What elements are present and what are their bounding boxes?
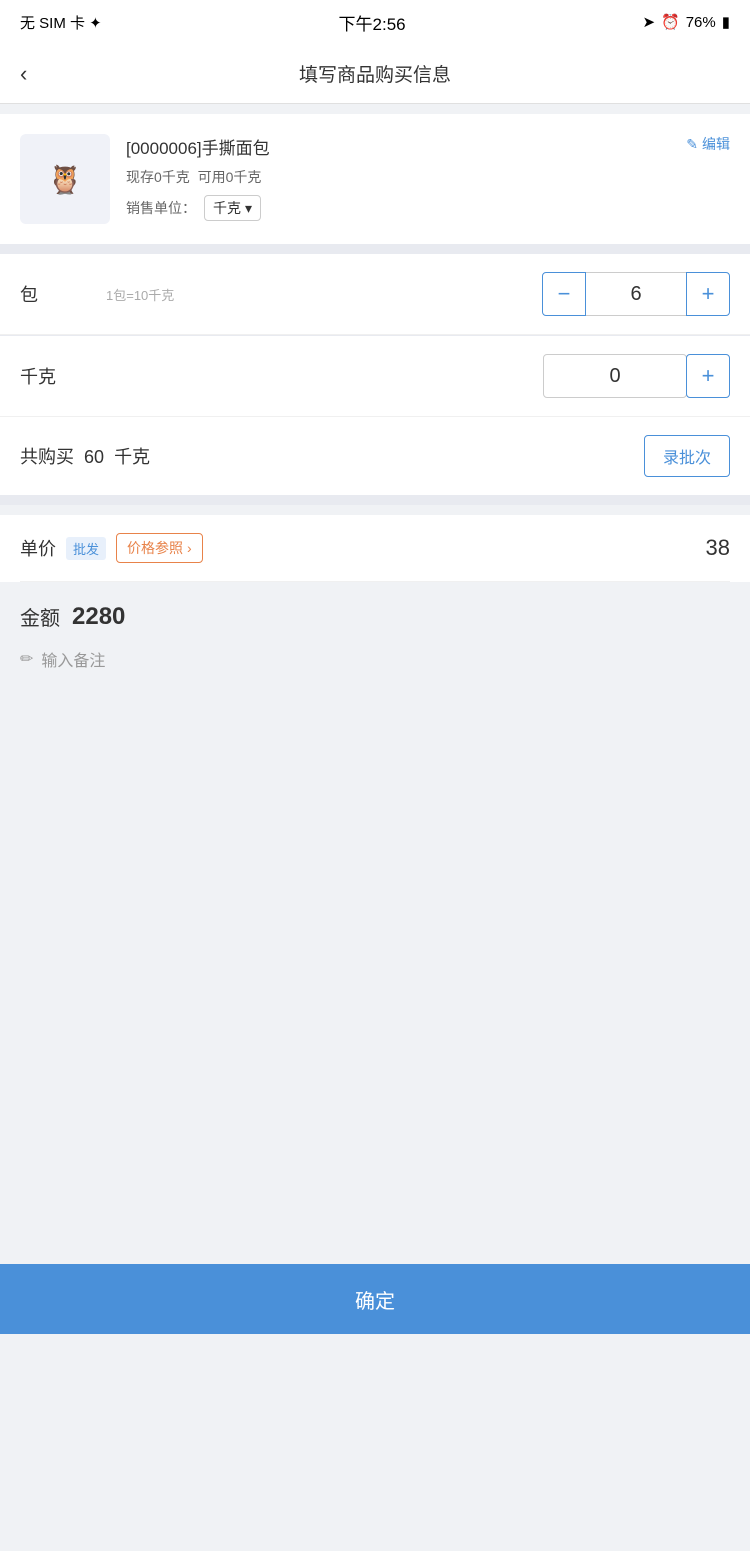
product-info: [0000006]手撕面包 现存0千克 可用0千克 销售单位： 千克 ▾	[126, 134, 730, 221]
product-logo-icon: 🦉	[48, 163, 83, 196]
remark-icon: ✏	[20, 649, 33, 669]
status-no-sim: 无 SIM 卡 ✦	[20, 12, 102, 33]
price-label: 单价	[20, 535, 56, 561]
bao-quantity-control: − +	[542, 272, 730, 316]
bao-input-section: 包 1包=10千克 − +	[0, 254, 750, 335]
bao-minus-button[interactable]: −	[542, 272, 586, 316]
page-title: 填写商品购买信息	[299, 60, 451, 87]
bottom-padding	[0, 1481, 750, 1551]
amount-label: 金额	[20, 602, 60, 631]
edit-label: 编辑	[702, 134, 730, 154]
product-stock: 现存0千克 可用0千克	[126, 167, 730, 187]
divider-2	[0, 495, 750, 505]
edit-button[interactable]: ✎ 编辑	[686, 134, 730, 154]
status-bar: 无 SIM 卡 ✦ 下午2:56 ➤ ⏰ 76% ▮	[0, 0, 750, 44]
amount-section: 金额 2280 ✏ 输入备注	[0, 582, 750, 681]
confirm-bar[interactable]: 确定	[0, 1264, 750, 1334]
price-tag: 批发	[66, 537, 106, 560]
product-image: 🦉	[20, 134, 110, 224]
total-quantity: 60	[84, 447, 104, 467]
product-card: 🦉 [0000006]手撕面包 现存0千克 可用0千克 销售单位： 千克 ▾ ✎…	[0, 114, 750, 244]
batch-button[interactable]: 录批次	[644, 435, 730, 477]
amount-value: 2280	[72, 603, 125, 631]
price-section: 单价 批发 价格参照 › 38	[0, 515, 750, 582]
product-name: [0000006]手撕面包	[126, 134, 730, 159]
price-reference-button[interactable]: 价格参照 ›	[116, 533, 203, 563]
price-row: 单价 批发 价格参照 › 38	[20, 533, 730, 582]
bao-plus-button[interactable]: +	[686, 272, 730, 316]
bao-quantity-input[interactable]	[586, 272, 686, 316]
main-content-area	[0, 681, 750, 1481]
bao-label: 包	[20, 281, 100, 307]
unit-label: 销售单位：	[126, 198, 196, 218]
confirm-button-label: 确定	[355, 1285, 395, 1314]
bao-row: 包 1包=10千克 − +	[0, 254, 750, 335]
status-time: 下午2:56	[339, 10, 406, 35]
product-unit-row: 销售单位： 千克 ▾	[126, 195, 730, 221]
status-location-icon: ➤	[642, 13, 655, 31]
edit-icon: ✎	[686, 136, 698, 153]
divider-1	[0, 244, 750, 254]
kg-input-section: 千克 +	[0, 336, 750, 417]
kg-label: 千克	[20, 363, 100, 389]
nav-bar: ‹ 填写商品购买信息	[0, 44, 750, 104]
remark-label: 输入备注	[41, 647, 105, 671]
kg-quantity-input[interactable]	[543, 354, 687, 398]
bao-hint: 1包=10千克	[106, 285, 542, 304]
back-button[interactable]: ‹	[20, 61, 27, 87]
price-value: 38	[706, 535, 730, 561]
status-alarm-icon: ⏰	[661, 13, 680, 31]
status-right-group: ➤ ⏰ 76% ▮	[642, 13, 730, 31]
kg-quantity-control: +	[543, 354, 730, 398]
amount-row: 金额 2280	[20, 602, 730, 631]
status-battery: 76%	[686, 14, 716, 31]
total-text: 共购买 60 千克	[20, 443, 150, 469]
total-row: 共购买 60 千克 录批次	[0, 417, 750, 495]
kg-plus-button[interactable]: +	[686, 354, 730, 398]
unit-select[interactable]: 千克 ▾	[204, 195, 261, 221]
kg-row: 千克 +	[0, 336, 750, 417]
status-battery-icon: ▮	[722, 13, 730, 31]
remark-row[interactable]: ✏ 输入备注	[20, 647, 730, 671]
